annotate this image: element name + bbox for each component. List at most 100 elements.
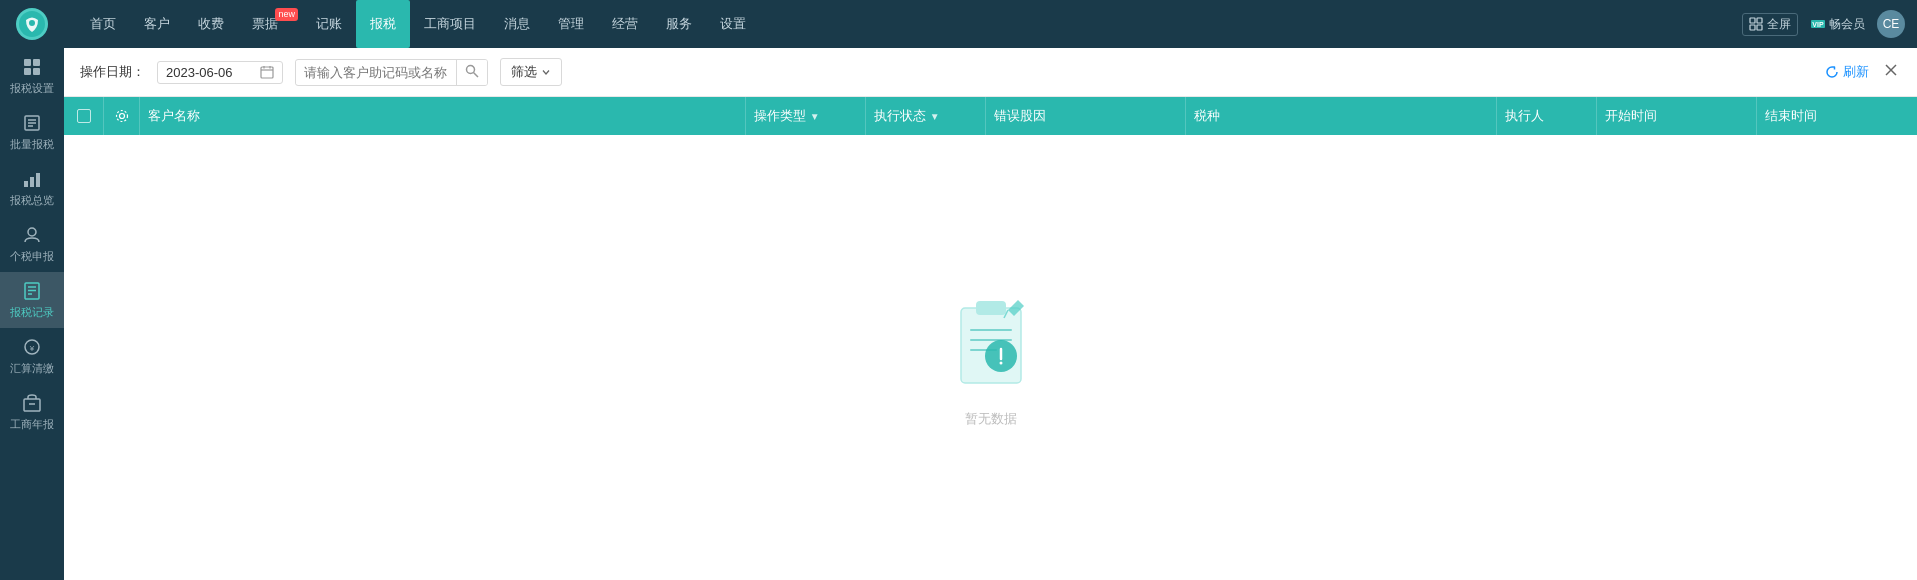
baoshui-zonglian-icon [21,168,43,190]
sidebar-logo [0,0,64,48]
nav-xiaoxi[interactable]: 消息 [490,0,544,48]
th-gear[interactable] [104,97,140,135]
top-navigation: 首页 客户 收费 票据 new 记账 报税 工商项目 消息 管理 经营 [64,0,1917,48]
svg-rect-4 [24,68,31,75]
svg-rect-23 [1757,18,1762,23]
svg-point-36 [119,114,124,119]
fullscreen-label: 全屏 [1767,16,1791,33]
gongshang-nianbao-icon [21,392,43,414]
sidebar-item-label: 工商年报 [10,417,54,432]
svg-rect-5 [33,68,40,75]
svg-rect-2 [24,59,31,66]
empty-text: 暂无数据 [965,410,1017,428]
date-picker[interactable] [157,61,283,84]
search-box[interactable] [295,59,488,86]
svg-point-1 [29,20,35,26]
nav-piao[interactable]: 票据 new [238,0,302,48]
filter-button[interactable]: 筛选 [500,58,562,86]
date-input[interactable] [166,65,256,80]
vip-icon: VIP [1810,16,1826,32]
main-area: 首页 客户 收费 票据 new 记账 报税 工商项目 消息 管理 经营 [64,0,1917,580]
svg-rect-24 [1750,25,1755,30]
svg-point-13 [28,228,36,236]
refresh-label: 刷新 [1843,63,1869,81]
user-avatar[interactable]: CE [1877,10,1905,38]
search-icon [465,64,479,78]
chevron-down-icon [541,67,551,77]
th-executor: 执行人 [1497,97,1597,135]
filter-icon-status: ▼ [930,111,940,122]
svg-point-32 [467,65,475,73]
fullscreen-icon [1749,17,1763,31]
th-operation-type[interactable]: 操作类型 ▼ [746,97,866,135]
sidebar-item-piliang-baoshui[interactable]: 批量报税 [0,104,64,160]
nav-guanli[interactable]: 管理 [544,0,598,48]
sidebar-item-baoshui-jilu[interactable]: 报税记录 [0,272,64,328]
table-header: 客户名称 操作类型 ▼ 执行状态 ▼ 错误股因 税种 执行人 [64,97,1917,135]
sidebar-item-gongshang-nianbao[interactable]: 工商年报 [0,384,64,440]
search-button[interactable] [456,60,487,85]
new-badge: new [275,8,298,21]
app-logo-icon [16,8,48,40]
close-button[interactable] [1881,60,1901,84]
geshuishenb-icon [21,224,43,246]
toolbar: 操作日期： 筛选 [64,48,1917,97]
data-table: 客户名称 操作类型 ▼ 执行状态 ▼ 错误股因 税种 执行人 [64,97,1917,580]
nav-home[interactable]: 首页 [76,0,130,48]
sidebar: 报税设置 批量报税 报税总览 [0,0,64,580]
th-exec-status[interactable]: 执行状态 ▼ [866,97,986,135]
sidebar-item-geshuishenb[interactable]: 个税申报 [0,216,64,272]
user-initials: CE [1883,17,1900,31]
fullscreen-button[interactable]: 全屏 [1742,13,1798,36]
date-label: 操作日期： [80,63,145,81]
svg-rect-11 [30,177,34,187]
svg-rect-12 [36,173,40,187]
sidebar-item-baoshui-shezhi[interactable]: 报税设置 [0,48,64,104]
svg-point-37 [116,111,127,122]
select-all-checkbox[interactable] [77,109,91,123]
th-end-time: 结束时间 [1757,97,1917,135]
th-checkbox[interactable] [64,97,104,135]
svg-rect-20 [24,399,40,411]
svg-rect-25 [1757,25,1762,30]
piliang-baoshui-icon [21,112,43,134]
svg-rect-28 [261,67,273,78]
gear-icon [115,109,129,123]
nav-baoshui[interactable]: 报税 [356,0,410,48]
filter-icon-type: ▼ [810,111,820,122]
sidebar-item-huisuan-jiaona[interactable]: ¥ 汇算清缴 [0,328,64,384]
refresh-icon [1825,65,1839,79]
vip-button[interactable]: VIP 畅会员 [1810,16,1865,33]
svg-line-33 [474,72,479,77]
baoshui-jilu-icon [21,280,43,302]
sidebar-item-label: 个税申报 [10,249,54,264]
svg-text:VIP: VIP [1812,21,1824,28]
th-tax-type: 税种 [1186,97,1497,135]
nav-jizhang[interactable]: 记账 [302,0,356,48]
calendar-icon [260,65,274,79]
search-input[interactable] [296,61,456,84]
svg-text:¥: ¥ [29,344,35,353]
topnav-right: 全屏 VIP 畅会员 CE [1742,10,1905,38]
vip-label: 畅会员 [1829,16,1865,33]
sidebar-item-label: 报税记录 [10,305,54,320]
nav-customer[interactable]: 客户 [130,0,184,48]
huisuan-jiaona-icon: ¥ [21,336,43,358]
svg-rect-39 [976,301,1006,315]
svg-point-45 [999,361,1002,364]
th-error-reason: 错误股因 [986,97,1186,135]
filter-label: 筛选 [511,63,537,81]
svg-rect-3 [33,59,40,66]
refresh-button[interactable]: 刷新 [1825,63,1869,81]
nav-fuwu[interactable]: 服务 [652,0,706,48]
sidebar-item-label: 汇算清缴 [10,361,54,376]
sidebar-item-label: 报税总览 [10,193,54,208]
nav-gongshang[interactable]: 工商项目 [410,0,490,48]
svg-rect-10 [24,181,28,187]
sidebar-item-baoshui-zonglian[interactable]: 报税总览 [0,160,64,216]
close-icon [1883,62,1899,78]
baoshui-shezhi-icon [21,56,43,78]
nav-shoufei[interactable]: 收费 [184,0,238,48]
nav-jingying[interactable]: 经营 [598,0,652,48]
nav-shezhi[interactable]: 设置 [706,0,760,48]
